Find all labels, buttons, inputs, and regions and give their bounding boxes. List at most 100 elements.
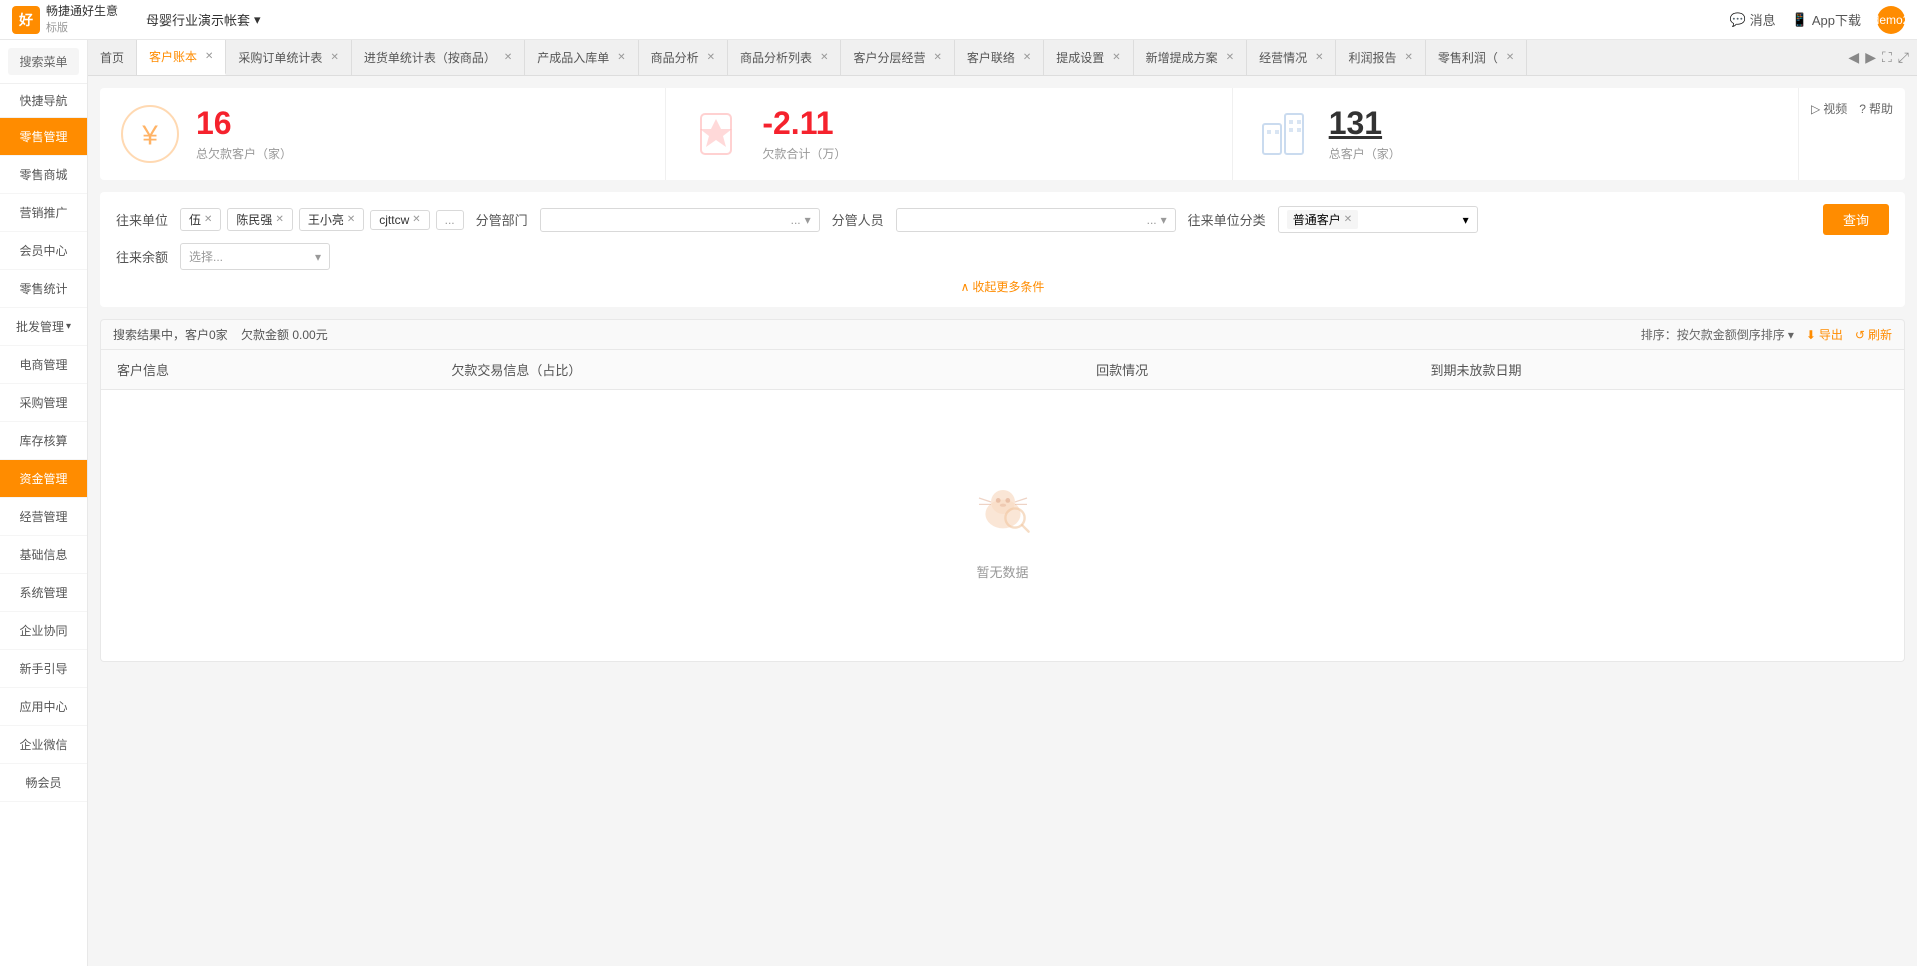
empty-state: 暂无数据 — [101, 390, 1904, 661]
filter-tag-remove-icon[interactable]: ✕ — [347, 214, 355, 225]
sidebar-item-member-center[interactable]: 会员中心 — [0, 232, 87, 270]
chevron-down-icon: ▾ — [805, 213, 811, 227]
tab-close-icon[interactable]: ✕ — [330, 52, 338, 63]
collapse-btn[interactable]: ∧ 收起更多条件 — [961, 278, 1045, 295]
sidebar-item-ops-mgmt[interactable]: 经营管理 — [0, 498, 87, 536]
filter-tag-remove-icon[interactable]: ✕ — [412, 214, 420, 225]
tab-product-inbound[interactable]: 产成品入库单 ✕ — [525, 40, 638, 75]
dept-select[interactable]: ... ▾ — [540, 208, 820, 232]
tab-label: 客户分层经营 — [853, 49, 925, 66]
tab-next-icon[interactable]: ▶ — [1865, 49, 1876, 66]
sidebar-item-label: 电商管理 — [19, 358, 67, 372]
filter-tag-more[interactable]: ... — [436, 210, 464, 230]
remove-class-icon[interactable]: ✕ — [1344, 214, 1352, 225]
tab-close-icon[interactable]: ✕ — [504, 52, 512, 63]
table-header: 客户信息 欠款交易信息（占比） 回款情况 到期未放款日期 — [101, 350, 1904, 390]
sidebar-item-retail-mall[interactable]: 零售商城 — [0, 156, 87, 194]
tab-label: 采购订单统计表 — [238, 49, 322, 66]
query-button[interactable]: 查询 — [1823, 204, 1889, 235]
messages-btn[interactable]: 💬 消息 — [1729, 10, 1775, 29]
sidebar-item-marketing[interactable]: 营销推广 — [0, 194, 87, 232]
page-content: ¥ 16 总欠款客户（家） — [88, 76, 1917, 966]
balance-select[interactable]: 选择... ▾ — [180, 243, 330, 270]
tab-ops-situation[interactable]: 经营情况 ✕ — [1247, 40, 1336, 75]
filter-tag-remove-icon[interactable]: ✕ — [275, 214, 283, 225]
tab-fullscreen-icon[interactable]: ⤢ — [1898, 49, 1909, 66]
results-bar-right: 排序：按欠款金额倒序排序 ▾ ⬇ 导出 ↺ 刷新 — [1641, 326, 1892, 343]
logo-text-block: 畅捷通好生意 标版 — [46, 4, 118, 36]
quick-nav-btn[interactable]: 快捷导航 — [0, 84, 87, 118]
sidebar-item-new-guide[interactable]: 新手引导 — [0, 650, 87, 688]
filter-tag-label: 陈民强 — [236, 211, 272, 228]
tab-promotion-settings[interactable]: 提成设置 ✕ — [1044, 40, 1133, 75]
tab-close-icon[interactable]: ✕ — [1405, 52, 1413, 63]
amount-text: 欠款金额 0.00元 — [241, 328, 328, 342]
tab-close-icon[interactable]: ✕ — [1226, 52, 1234, 63]
sidebar-item-vip-member[interactable]: 畅会员 — [0, 764, 87, 802]
sidebar-item-label: 零售统计 — [19, 282, 67, 296]
chevron-down-icon: ▾ — [66, 321, 71, 332]
workspace-selector[interactable]: 母婴行业演示帐套 ▾ — [146, 10, 261, 29]
tab-close-icon[interactable]: ✕ — [1112, 52, 1120, 63]
col-repayment: 回款情况 — [1080, 350, 1414, 390]
sidebar-item-retail-mgmt[interactable]: 零售管理 — [0, 118, 87, 156]
person-select[interactable]: ... ▾ — [896, 208, 1176, 232]
sidebar-item-enterprise-coop[interactable]: 企业协同 — [0, 612, 87, 650]
user-avatar[interactable]: demo2 — [1877, 6, 1905, 34]
tab-product-analysis[interactable]: 商品分析 ✕ — [639, 40, 728, 75]
sidebar-item-basic-info[interactable]: 基础信息 — [0, 536, 87, 574]
tab-product-analysis-list[interactable]: 商品分析列表 ✕ — [728, 40, 841, 75]
tab-close-icon[interactable]: ✕ — [205, 51, 213, 62]
sidebar-item-retail-stats[interactable]: 零售统计 — [0, 270, 87, 308]
balance-placeholder: 选择... — [189, 248, 223, 265]
tab-close-icon[interactable]: ✕ — [707, 52, 715, 63]
tab-close-icon[interactable]: ✕ — [617, 52, 625, 63]
collapse-up-icon: ∧ — [961, 280, 970, 294]
tab-retail-profit[interactable]: 零售利润（ ✕ — [1426, 40, 1527, 75]
tab-expand-icon[interactable]: ⛶ — [1882, 49, 1892, 66]
sidebar-item-purchase-mgmt[interactable]: 采购管理 — [0, 384, 87, 422]
refresh-btn[interactable]: ↺ 刷新 — [1855, 326, 1892, 343]
tab-home[interactable]: 首页 — [88, 40, 137, 75]
filter-tag-cjttcw: cjttcw ✕ — [370, 210, 429, 230]
app-download-label: App下载 — [1812, 10, 1861, 29]
sidebar-item-app-center[interactable]: 应用中心 — [0, 688, 87, 726]
tab-purchase-order-stats[interactable]: 采购订单统计表 ✕ — [226, 40, 351, 75]
stat-info-total-customers: 131 总客户（家） — [1329, 107, 1401, 162]
collapse-label: 收起更多条件 — [972, 278, 1044, 295]
unit-class-select[interactable]: 普通客户 ✕ ▾ — [1278, 206, 1478, 233]
sidebar-item-inventory[interactable]: 库存核算 — [0, 422, 87, 460]
tab-profit-report[interactable]: 利润报告 ✕ — [1336, 40, 1425, 75]
filter-tag-remove-icon[interactable]: ✕ — [204, 214, 212, 225]
tab-incoming-stats[interactable]: 进货单统计表（按商品） ✕ — [352, 40, 525, 75]
person-filter-label: 分管人员 — [832, 210, 884, 229]
tab-close-icon[interactable]: ✕ — [1315, 52, 1323, 63]
filter-tag-label: 伍 — [189, 211, 201, 228]
sidebar-item-wholesale-mgmt[interactable]: 批发管理 ▾ — [0, 308, 87, 346]
sidebar-item-finance-mgmt[interactable]: 资金管理 — [0, 460, 87, 498]
search-menu-btn[interactable]: 搜索菜单 — [8, 48, 79, 75]
tab-label: 首页 — [100, 49, 124, 66]
tab-label: 提成设置 — [1056, 49, 1104, 66]
sidebar-item-ecom-mgmt[interactable]: 电商管理 — [0, 346, 87, 384]
tab-close-icon[interactable]: ✕ — [1023, 52, 1031, 63]
tab-new-promotion[interactable]: 新增提成方案 ✕ — [1134, 40, 1247, 75]
video-btn[interactable]: ▷ 视频 — [1811, 100, 1847, 117]
sidebar-item-enterprise-wechat[interactable]: 企业微信 — [0, 726, 87, 764]
export-btn[interactable]: ⬇ 导出 — [1806, 326, 1843, 343]
tab-customer-tier[interactable]: 客户分层经营 ✕ — [841, 40, 954, 75]
tab-close-icon[interactable]: ✕ — [820, 52, 828, 63]
help-btn[interactable]: ? 帮助 — [1859, 100, 1893, 117]
stat-value-total-customers: 131 — [1329, 107, 1401, 139]
sidebar-item-sys-mgmt[interactable]: 系统管理 — [0, 574, 87, 612]
sidebar-item-label: 畅会员 — [25, 776, 61, 790]
tab-close-icon[interactable]: ✕ — [933, 52, 941, 63]
help-icon: ? — [1859, 102, 1866, 116]
tab-prev-icon[interactable]: ◀ — [1848, 49, 1859, 66]
sort-btn[interactable]: 排序：按欠款金额倒序排序 ▾ — [1641, 326, 1794, 343]
tab-customer-contact[interactable]: 客户联络 ✕ — [955, 40, 1044, 75]
tab-close-icon[interactable]: ✕ — [1506, 52, 1514, 63]
stat-card-overdue-amount: -2.11 欠款合计（万） — [666, 88, 1232, 180]
tab-customer-ledger[interactable]: 客户账本 ✕ — [137, 40, 226, 75]
app-download-btn[interactable]: 📱 App下载 — [1792, 10, 1861, 29]
